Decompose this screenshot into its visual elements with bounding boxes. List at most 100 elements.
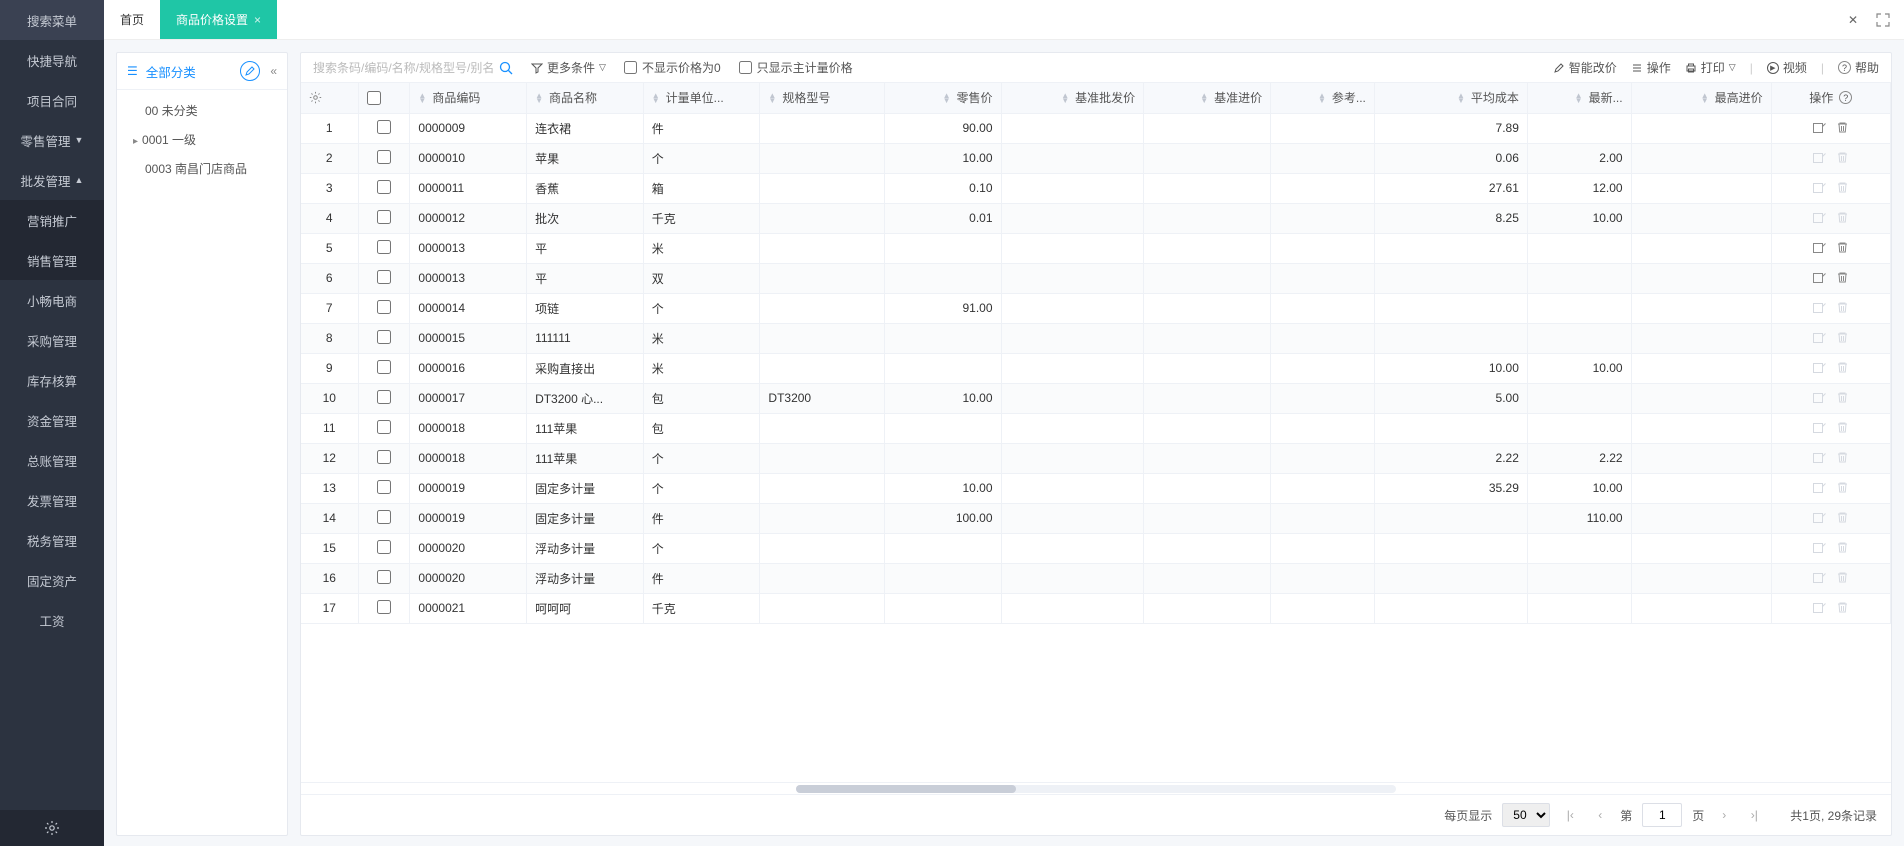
column-header[interactable]: ▲▼规格型号 [760,83,884,113]
table-row[interactable]: 90000016采购直接出米10.0010.00 [301,353,1891,383]
row-checkbox[interactable] [377,330,391,344]
more-filters-button[interactable]: 更多条件 ▽ [531,59,606,76]
category-edit-button[interactable] [240,61,260,81]
sidebar-item[interactable]: 资金管理 [0,400,104,440]
tab-close-icon[interactable]: × [254,13,261,27]
row-checkbox[interactable] [377,450,391,464]
table-row[interactable]: 20000010苹果个10.000.062.00 [301,143,1891,173]
table-row[interactable]: 150000020浮动多计量个 [301,533,1891,563]
row-checkbox[interactable] [377,120,391,134]
category-collapse-button[interactable]: « [270,64,277,78]
prev-page-button[interactable]: ‹ [1590,805,1610,825]
column-header[interactable]: ▲▼最高进价 [1631,83,1771,113]
column-header[interactable]: ▲▼零售价 [884,83,1001,113]
sort-icon[interactable]: ▲▼ [652,93,660,103]
smart-edit-button[interactable]: 智能改价 [1553,59,1617,76]
column-header[interactable]: ▲▼计量单位... [643,83,760,113]
sort-icon[interactable]: ▲▼ [1701,93,1709,103]
table-row[interactable]: 80000015111111米 [301,323,1891,353]
page-input[interactable] [1642,803,1682,827]
column-header[interactable]: ▲▼商品编码 [410,83,527,113]
table-row[interactable]: 50000013平米 [301,233,1891,263]
tab[interactable]: 商品价格设置× [160,0,277,39]
row-checkbox[interactable] [377,510,391,524]
row-checkbox[interactable] [377,420,391,434]
column-header[interactable] [358,83,410,113]
category-node[interactable]: 0001 一级 [117,125,287,154]
horizontal-scrollbar[interactable] [301,782,1891,794]
row-checkbox[interactable] [377,150,391,164]
table-row[interactable]: 120000018111苹果个2.222.22 [301,443,1891,473]
table-row[interactable]: 10000009连衣裙件90.007.89 [301,113,1891,143]
row-delete-icon[interactable] [1836,121,1849,135]
next-page-button[interactable]: › [1714,805,1734,825]
sidebar-item[interactable]: 采购管理 [0,320,104,360]
sidebar-item[interactable]: 小畅电商 [0,280,104,320]
sort-icon[interactable]: ▲▼ [943,93,951,103]
table-row[interactable]: 70000014项链个91.00 [301,293,1891,323]
column-header[interactable]: ▲▼平均成本 [1374,83,1527,113]
category-node[interactable]: 00 未分类 [117,96,287,125]
row-edit-icon[interactable] [1812,121,1826,135]
table-row[interactable]: 110000018111苹果包 [301,413,1891,443]
sidebar-subitem[interactable]: 销售管理 [0,240,104,280]
settings-button[interactable] [0,810,104,846]
sort-icon[interactable]: ▲▼ [768,93,776,103]
sort-icon[interactable]: ▲▼ [1200,93,1208,103]
sort-icon[interactable]: ▲▼ [1457,93,1465,103]
tab[interactable]: 首页 [104,0,160,39]
row-checkbox[interactable] [377,390,391,404]
sidebar-item[interactable]: 固定资产 [0,560,104,600]
select-all-checkbox[interactable] [367,91,381,105]
help-button[interactable]: ? 帮助 [1838,59,1879,76]
column-header[interactable]: 操作? [1771,83,1890,113]
sort-icon[interactable]: ▲▼ [1575,93,1583,103]
row-checkbox[interactable] [377,240,391,254]
table-row[interactable]: 100000017DT3200 心...包DT320010.005.00 [301,383,1891,413]
sidebar-item[interactable]: 搜索菜单 [0,0,104,40]
sidebar-item[interactable]: 发票管理 [0,480,104,520]
close-icon[interactable]: ✕ [1842,9,1864,31]
row-checkbox[interactable] [377,270,391,284]
sort-icon[interactable]: ▲▼ [1061,93,1069,103]
column-header[interactable]: ▲▼参考... [1271,83,1375,113]
row-delete-icon[interactable] [1836,241,1849,255]
row-checkbox[interactable] [377,210,391,224]
row-checkbox[interactable] [377,300,391,314]
first-page-button[interactable]: |‹ [1560,805,1580,825]
gear-icon[interactable] [309,91,322,104]
sidebar-item[interactable]: 批发管理▲ [0,160,104,200]
search-input[interactable] [313,61,493,75]
table-row[interactable]: 140000019固定多计量件100.00110.00 [301,503,1891,533]
sidebar-item[interactable]: 税务管理 [0,520,104,560]
sort-icon[interactable]: ▲▼ [418,93,426,103]
search-icon[interactable] [499,61,513,75]
print-button[interactable]: 打印 ▽ [1685,59,1736,76]
table-row[interactable]: 40000012批次千克0.018.2510.00 [301,203,1891,233]
sidebar-item[interactable]: 库存核算 [0,360,104,400]
column-header[interactable]: ▲▼基准批发价 [1001,83,1144,113]
main-unit-only-checkbox[interactable]: 只显示主计量价格 [739,59,853,76]
row-checkbox[interactable] [377,570,391,584]
row-checkbox[interactable] [377,360,391,374]
operations-button[interactable]: 操作 [1631,59,1671,76]
table-row[interactable]: 130000019固定多计量个10.0035.2910.00 [301,473,1891,503]
sidebar-item[interactable]: 项目合同 [0,80,104,120]
row-delete-icon[interactable] [1836,271,1849,285]
hide-zero-checkbox[interactable]: 不显示价格为0 [624,59,721,76]
last-page-button[interactable]: ›| [1744,805,1764,825]
sort-icon[interactable]: ▲▼ [1318,93,1326,103]
sidebar-item[interactable]: 总账管理 [0,440,104,480]
table-row[interactable]: 160000020浮动多计量件 [301,563,1891,593]
table-row[interactable]: 60000013平双 [301,263,1891,293]
sidebar-subitem[interactable]: 营销推广 [0,200,104,240]
table-row[interactable]: 170000021呵呵呵千克 [301,593,1891,623]
row-checkbox[interactable] [377,180,391,194]
sidebar-item[interactable]: 零售管理▼ [0,120,104,160]
sidebar-item[interactable]: 快捷导航 [0,40,104,80]
column-header[interactable]: ▲▼商品名称 [527,83,644,113]
per-page-select[interactable]: 50 [1502,803,1550,827]
column-header[interactable]: ▲▼最新... [1527,83,1631,113]
fullscreen-icon[interactable] [1872,9,1894,31]
video-button[interactable]: ▶ 视频 [1767,59,1807,76]
